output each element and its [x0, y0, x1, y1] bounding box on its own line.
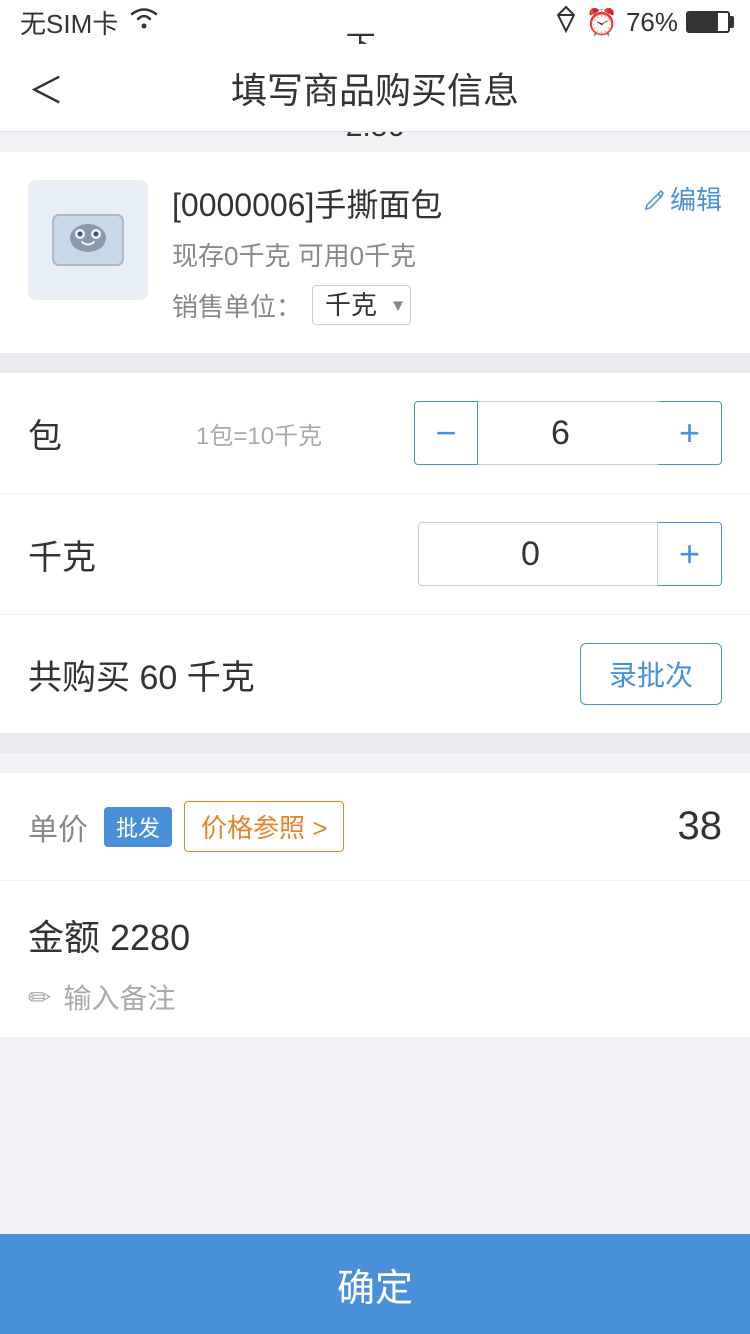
product-name-row: [0000006]手撕面包 编辑	[172, 180, 722, 226]
section-divider-2	[0, 733, 750, 753]
alarm-icon: ⏰	[586, 7, 618, 38]
note-placeholder: 输入备注	[63, 977, 175, 1017]
confirm-button[interactable]: 确定	[0, 1234, 750, 1334]
amount-label: 金额 2280	[28, 909, 722, 961]
nav-bar: ＜ 填写商品购买信息	[0, 44, 750, 132]
kilogram-label: 千克	[28, 530, 188, 579]
unit-select-wrap[interactable]: 千克 包	[312, 285, 411, 325]
price-row: 单价 批发 价格参照 > 38	[0, 773, 750, 881]
price-reference-button[interactable]: 价格参照 >	[184, 801, 344, 852]
kilogram-increment-button[interactable]: +	[658, 522, 722, 586]
total-label: 共购买 60 千克	[28, 650, 255, 699]
package-input-row: 包 1包=10千克 − +	[0, 373, 750, 494]
amount-section: 金额 2280 ✏ 输入备注	[0, 881, 750, 1037]
package-label: 包	[28, 409, 188, 458]
status-left: 无SIM卡	[20, 4, 160, 41]
back-button[interactable]: ＜	[28, 62, 64, 114]
package-quantity-control: − +	[414, 401, 722, 465]
total-row: 共购买 60 千克 录批次	[0, 615, 750, 733]
product-card: [0000006]手撕面包 编辑 现存0千克 可用0千克 销售单位： 千克 包	[0, 152, 750, 353]
product-stock: 现存0千克 可用0千克	[172, 236, 722, 273]
price-tag: 批发	[104, 807, 172, 847]
wifi-icon	[128, 7, 160, 38]
product-info: [0000006]手撕面包 编辑 现存0千克 可用0千克 销售单位： 千克 包	[172, 180, 722, 325]
battery-text: 76%	[626, 7, 678, 38]
note-row[interactable]: ✏ 输入备注	[28, 977, 722, 1017]
status-right: ⏰ 76%	[554, 5, 730, 40]
location-icon	[554, 5, 578, 40]
kilogram-quantity-input[interactable]	[418, 522, 658, 586]
kilogram-input-row: 千克 +	[0, 494, 750, 615]
battery-icon	[686, 11, 730, 33]
product-edit-button[interactable]: 编辑	[644, 180, 722, 217]
kilogram-quantity-control: +	[418, 522, 722, 586]
status-bar: 无SIM卡 下午2:56 ⏰ 76%	[0, 0, 750, 44]
price-value: 38	[678, 804, 723, 849]
carrier-text: 无SIM卡	[20, 4, 118, 41]
package-input-section: 包 1包=10千克 − + 千克 +	[0, 373, 750, 615]
package-decrement-button[interactable]: −	[414, 401, 478, 465]
package-hint: 1包=10千克	[196, 416, 414, 451]
product-logo-icon	[48, 210, 128, 270]
package-quantity-input[interactable]	[478, 401, 658, 465]
product-image	[28, 180, 148, 300]
product-name: [0000006]手撕面包	[172, 180, 442, 226]
price-label: 单价	[28, 805, 88, 849]
price-section: 单价 批发 价格参照 > 38	[0, 773, 750, 881]
unit-select[interactable]: 千克 包	[312, 285, 411, 325]
package-increment-button[interactable]: +	[658, 401, 722, 465]
product-unit-row: 销售单位： 千克 包	[172, 285, 722, 325]
pencil-icon: ✏	[28, 981, 51, 1014]
batch-button[interactable]: 录批次	[580, 643, 722, 705]
section-divider-1	[0, 353, 750, 373]
page-title: 填写商品购买信息	[231, 62, 519, 114]
